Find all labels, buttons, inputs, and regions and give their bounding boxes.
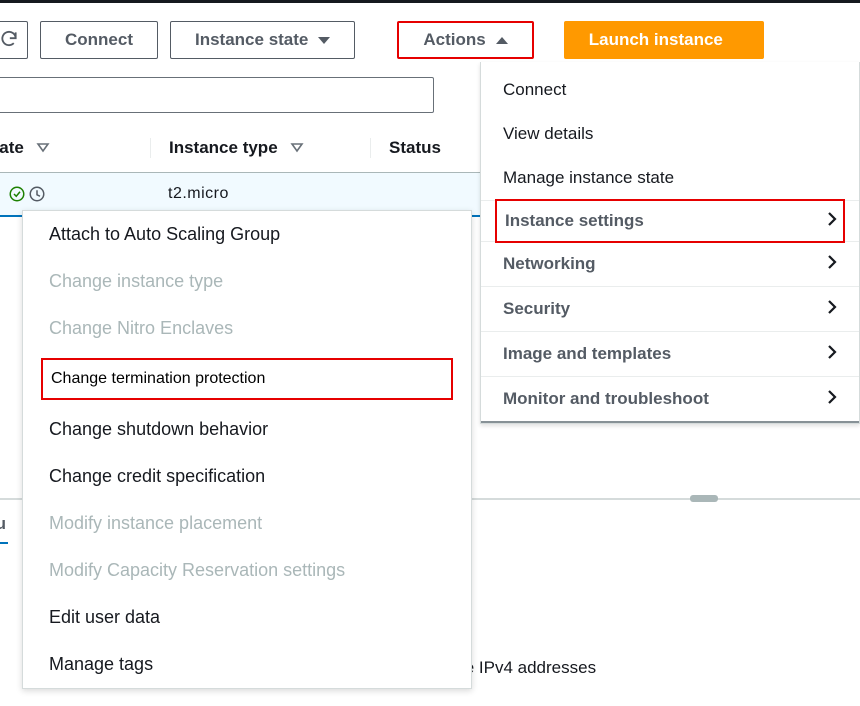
submenu-change-instance-type: Change instance type (23, 258, 471, 305)
instance-type-cell: t2.micro (150, 185, 229, 203)
submenu-label: Modify instance placement (49, 513, 262, 533)
submenu-termination-protection-highlight[interactable]: Change termination protection (41, 358, 453, 400)
submenu-label: Change shutdown behavior (49, 419, 268, 439)
menu-label: Instance settings (505, 211, 644, 231)
submenu-edit-user-data[interactable]: Edit user data (23, 594, 471, 641)
menu-item-image-templates[interactable]: Image and templates (481, 332, 859, 377)
instance-state-button[interactable]: Instance state (170, 21, 355, 59)
instance-state-label: Instance state (195, 30, 308, 50)
submenu-label: Modify Capacity Reservation settings (49, 560, 345, 580)
menu-label: View details (503, 124, 593, 144)
row-status-icons (8, 185, 46, 203)
column-state-label: e state (0, 138, 24, 158)
submenu-attach-asg[interactable]: Attach to Auto Scaling Group (23, 211, 471, 258)
menu-label: Manage instance state (503, 168, 674, 188)
submenu-label: Change Nitro Enclaves (49, 318, 233, 338)
actions-button[interactable]: Actions (397, 21, 533, 59)
chevron-right-icon (827, 344, 837, 364)
ipv4-addresses-label: te IPv4 addresses (460, 658, 596, 678)
chevron-right-icon (827, 299, 837, 319)
menu-label: Monitor and troubleshoot (503, 389, 709, 409)
actions-dropdown-menu: Connect View details Manage instance sta… (480, 62, 860, 424)
refresh-icon (0, 29, 19, 52)
launch-label: Launch instance (589, 30, 723, 50)
caret-down-icon (318, 37, 330, 44)
menu-item-instance-settings[interactable]: Instance settings (481, 201, 859, 242)
resize-handle[interactable] (690, 495, 718, 502)
submenu-label: Edit user data (49, 607, 160, 627)
sort-caret-icon (290, 138, 304, 158)
menu-label: Security (503, 299, 570, 319)
column-instance-state[interactable]: e state (0, 138, 150, 158)
submenu-capacity-reservation: Modify Capacity Reservation settings (23, 547, 471, 594)
column-status-label: Status (389, 138, 441, 158)
sort-caret-icon (36, 138, 50, 158)
instance-state-cell: ning (0, 185, 150, 203)
column-type-label: Instance type (169, 138, 278, 158)
menu-label: Image and templates (503, 344, 671, 364)
menu-label: Connect (503, 80, 566, 100)
submenu-credit-spec[interactable]: Change credit specification (23, 453, 471, 500)
submenu-manage-tags[interactable]: Manage tags (23, 641, 471, 688)
actions-label: Actions (423, 30, 485, 50)
menu-item-monitor-troubleshoot[interactable]: Monitor and troubleshoot (481, 377, 859, 423)
refresh-button[interactable] (0, 21, 28, 59)
menu-item-security[interactable]: Security (481, 287, 859, 332)
instance-settings-submenu: Attach to Auto Scaling Group Change inst… (22, 210, 472, 689)
submenu-shutdown-behavior[interactable]: Change shutdown behavior (23, 406, 471, 453)
filter-input[interactable] (0, 77, 434, 113)
column-instance-type[interactable]: Instance type (150, 138, 370, 158)
instance-settings-highlight: Instance settings (495, 199, 845, 243)
launch-instance-button[interactable]: Launch instance (564, 21, 764, 59)
menu-item-view-details[interactable]: View details (481, 112, 859, 156)
connect-label: Connect (65, 30, 133, 50)
submenu-label: Change termination protection (51, 370, 265, 387)
submenu-change-nitro: Change Nitro Enclaves (23, 305, 471, 352)
submenu-instance-placement: Modify instance placement (23, 500, 471, 547)
submenu-label: Change credit specification (49, 466, 265, 486)
tab-label: tu (0, 500, 8, 542)
menu-item-connect[interactable]: Connect (481, 62, 859, 112)
chevron-right-icon (827, 254, 837, 274)
chevron-right-icon (827, 211, 837, 231)
menu-label: Networking (503, 254, 596, 274)
submenu-label: Manage tags (49, 654, 153, 674)
submenu-label: Change instance type (49, 271, 223, 291)
chevron-right-icon (827, 389, 837, 409)
connect-button[interactable]: Connect (40, 21, 158, 59)
submenu-label: Attach to Auto Scaling Group (49, 224, 280, 244)
tab-underline (0, 542, 8, 544)
menu-item-manage-instance-state[interactable]: Manage instance state (481, 156, 859, 201)
caret-up-icon (496, 37, 508, 44)
menu-item-networking[interactable]: Networking (481, 242, 859, 287)
